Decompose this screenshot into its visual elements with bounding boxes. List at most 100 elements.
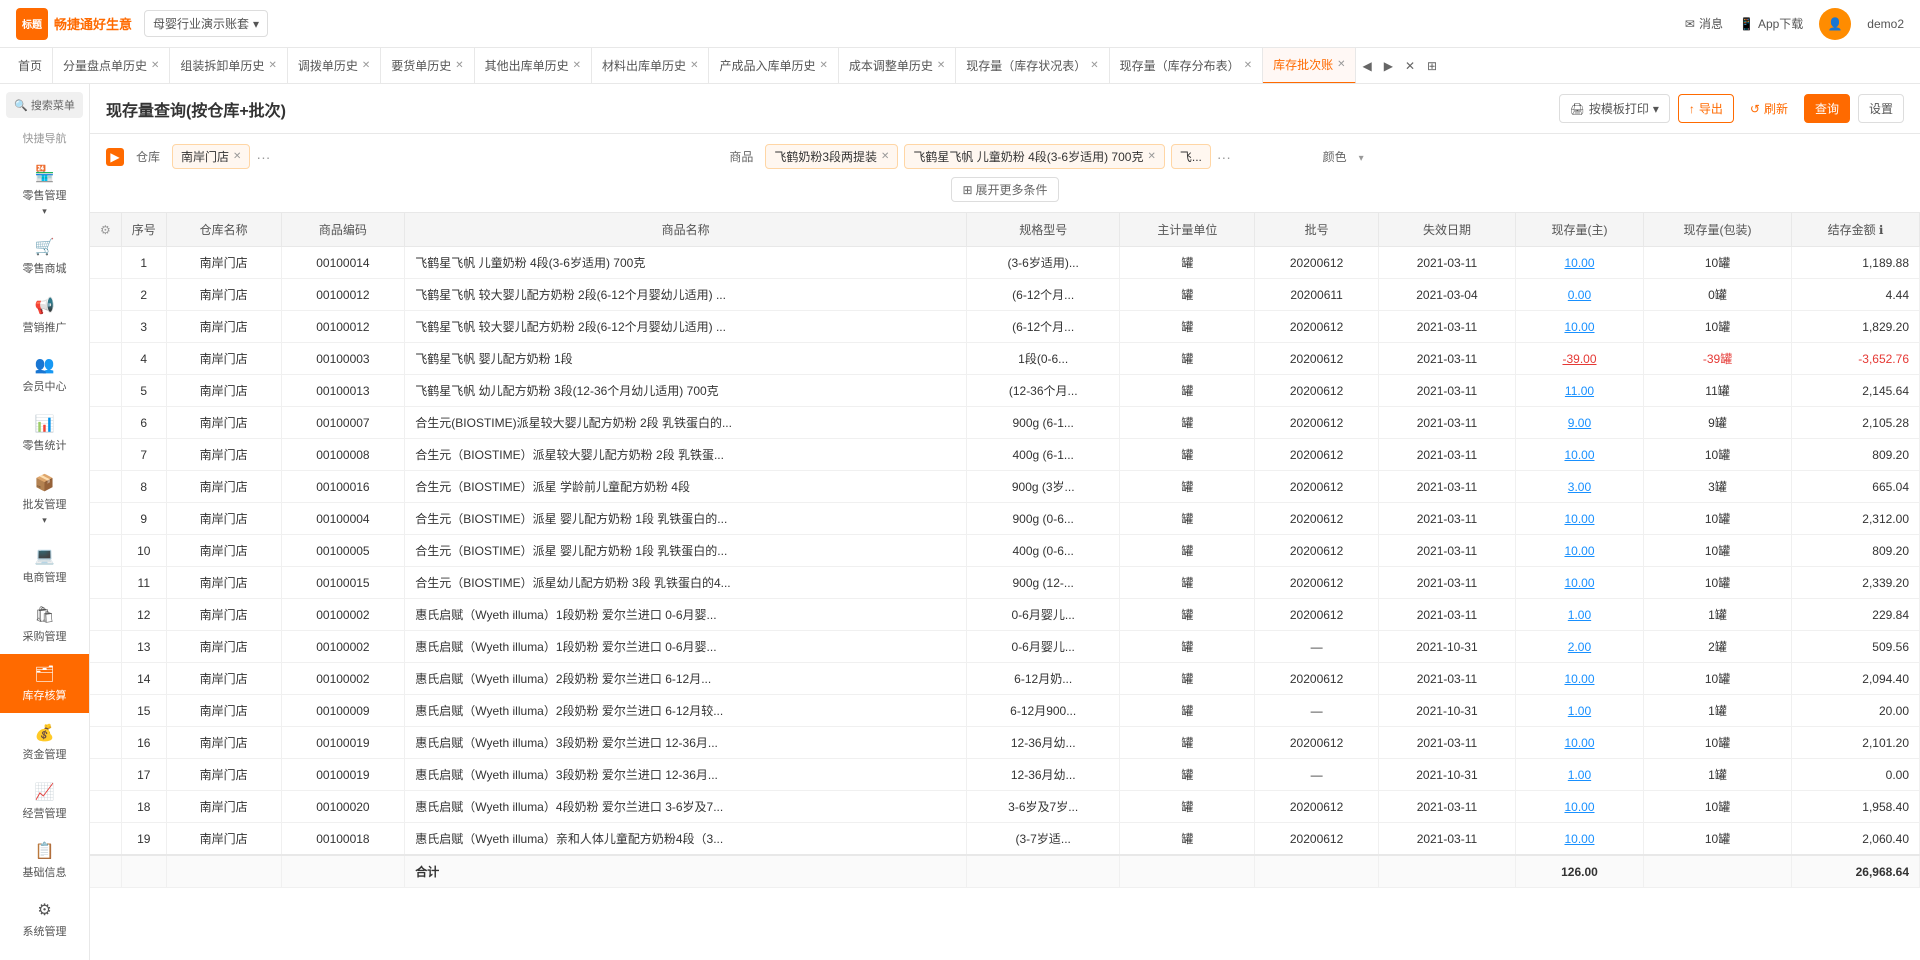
td-balance: 2,145.64 <box>1792 375 1920 407</box>
td-qty-main[interactable]: 1.00 <box>1515 599 1643 631</box>
tab-close-icon[interactable]: ✕ <box>362 60 370 71</box>
tab-chengbenhistory[interactable]: 成本调整单历史 ✕ <box>839 48 956 84</box>
tab-close-icon[interactable]: ✕ <box>1244 60 1252 71</box>
print-btn[interactable]: 🖨 按模板打印 ▾ <box>1559 94 1670 123</box>
td-qty-pack: 2罐 <box>1644 631 1792 663</box>
td-no: 18 <box>121 791 166 823</box>
tab-zuzhuangchaijie[interactable]: 组装拆卸单历史 ✕ <box>170 48 287 84</box>
stats-icon: 📊 <box>35 414 55 434</box>
quick-nav[interactable]: 快捷导航 <box>0 126 89 154</box>
query-btn[interactable]: 查询 <box>1804 94 1850 123</box>
company-select[interactable]: 母婴行业演示账套 ▾ <box>144 10 268 37</box>
tag-text: 飞鹤奶粉3段两提装 <box>774 148 877 165</box>
td-qty-main[interactable]: 9.00 <box>1515 407 1643 439</box>
td-qty-main[interactable]: 3.00 <box>1515 471 1643 503</box>
goods-tag-2[interactable]: 飞鹤星飞帆 儿童奶粉 4段(3-6岁适用) 700克 ✕ <box>904 144 1164 169</box>
td-expire: 2021-03-11 <box>1378 503 1515 535</box>
td-qty-main[interactable]: 2.00 <box>1515 631 1643 663</box>
search-menu-btn[interactable]: 🔍 搜索菜单 <box>6 92 83 118</box>
marketing-icon: 📢 <box>35 296 55 316</box>
td-qty-main[interactable]: 10.00 <box>1515 663 1643 695</box>
td-qty-main[interactable]: 11.00 <box>1515 375 1643 407</box>
tab-prev-btn[interactable]: ◀ <box>1356 59 1377 73</box>
username[interactable]: demo2 <box>1867 17 1904 31</box>
td-qty-main[interactable]: 10.00 <box>1515 727 1643 759</box>
tab-diaobodanlishi[interactable]: 调拨单历史 ✕ <box>288 48 381 84</box>
sidebar-item-member[interactable]: 👥 会员中心 <box>0 345 89 404</box>
goods-tag-1[interactable]: 飞鹤奶粉3段两提装 ✕ <box>765 144 898 169</box>
td-batch: 20200612 <box>1255 311 1379 343</box>
settings-btn[interactable]: 设置 <box>1858 94 1904 123</box>
td-no: 19 <box>121 823 166 856</box>
sidebar-item-retail-mgmt[interactable]: 🏪 零售管理 ▾ <box>0 154 89 227</box>
tab-home[interactable]: 首页 <box>8 48 53 84</box>
sidebar-item-finance[interactable]: 💰 资金管理 <box>0 713 89 772</box>
tag-close-icon[interactable]: ✕ <box>233 151 241 162</box>
sidebar-label: 经营管理 <box>23 805 67 821</box>
tab-kucunpici[interactable]: 库存批次账 ✕ <box>1263 48 1356 84</box>
tab-xiancunliangkucun[interactable]: 现存量（库存状况表） ✕ <box>956 48 1109 84</box>
sidebar-item-inventory[interactable]: 🗂 库存核算 <box>0 654 89 713</box>
expand-icon[interactable]: ▶ <box>106 148 124 166</box>
user-avatar[interactable]: 👤 <box>1819 8 1851 40</box>
td-qty-main[interactable]: 10.00 <box>1515 247 1643 279</box>
sidebar-item-purchase[interactable]: 🛍 采购管理 <box>0 595 89 654</box>
td-qty-main[interactable]: 1.00 <box>1515 759 1643 791</box>
th-expire: 失效日期 <box>1378 213 1515 247</box>
tab-xiancunliangfenbu[interactable]: 现存量（库存分布表） ✕ <box>1110 48 1263 84</box>
th-settings[interactable]: ⚙ <box>90 213 121 247</box>
sidebar-item-wholesale[interactable]: 📦 批发管理 ▾ <box>0 463 89 536</box>
tag-close-icon[interactable]: ✕ <box>1147 151 1155 162</box>
goods-tag-3[interactable]: 飞... <box>1171 144 1211 169</box>
color-expand-icon[interactable]: ▾ <box>1359 153 1364 164</box>
tab-chanchengpin[interactable]: 产成品入库单历史 ✕ <box>709 48 838 84</box>
tab-menu-btn[interactable]: ⊞ <box>1421 59 1443 73</box>
td-qty-main[interactable]: 10.00 <box>1515 311 1643 343</box>
tab-qitachukulishi[interactable]: 其他出库单历史 ✕ <box>475 48 592 84</box>
tab-close-icon[interactable]: ✕ <box>573 60 581 71</box>
sidebar-item-ecommerce[interactable]: 💻 电商管理 <box>0 536 89 595</box>
tab-next-btn[interactable]: ▶ <box>1378 59 1399 73</box>
tab-close-icon[interactable]: ✕ <box>937 60 945 71</box>
tab-close-icon[interactable]: ✕ <box>819 60 827 71</box>
tab-close-icon[interactable]: ✕ <box>690 60 698 71</box>
td-qty-main[interactable]: 10.00 <box>1515 439 1643 471</box>
td-qty-main[interactable]: 10.00 <box>1515 503 1643 535</box>
td-no: 9 <box>121 503 166 535</box>
td-qty-main[interactable]: 10.00 <box>1515 535 1643 567</box>
sidebar-item-system[interactable]: ⚙ 系统管理 <box>0 890 89 949</box>
sidebar-item-collab[interactable]: 🤝 企业协同 <box>0 949 89 960</box>
sidebar-item-operations[interactable]: 📈 经营管理 <box>0 772 89 831</box>
td-qty-main[interactable]: 10.00 <box>1515 823 1643 856</box>
tab-close-icon[interactable]: ✕ <box>151 60 159 71</box>
td-qty-main[interactable]: 1.00 <box>1515 695 1643 727</box>
expand-more-btn[interactable]: ⊞ 展开更多条件 <box>951 177 1058 202</box>
tab-close-icon[interactable]: ✕ <box>1337 59 1345 70</box>
export-btn[interactable]: ↑ 导出 <box>1678 94 1734 123</box>
tab-close-all-btn[interactable]: ✕ <box>1399 59 1421 73</box>
filter-more[interactable]: ··· <box>256 149 270 165</box>
sidebar-item-retail-shop[interactable]: 🛒 零售商城 <box>0 227 89 286</box>
sidebar-item-basic-info[interactable]: 📋 基础信息 <box>0 831 89 890</box>
warehouse-tag-nanganmendian[interactable]: 南岸门店 ✕ <box>172 144 250 169</box>
tab-fenliangpandian[interactable]: 分量盘点单历史 ✕ <box>53 48 170 84</box>
td-qty-main[interactable]: 10.00 <box>1515 567 1643 599</box>
refresh-btn[interactable]: ↺ 刷新 <box>1742 95 1796 122</box>
tag-close-icon[interactable]: ✕ <box>881 151 889 162</box>
td-qty-main[interactable]: 0.00 <box>1515 279 1643 311</box>
goods-more[interactable]: ··· <box>1217 149 1231 165</box>
message-btn[interactable]: ✉ 消息 <box>1685 15 1723 32</box>
tab-close-icon[interactable]: ✕ <box>455 60 463 71</box>
td-qty-main[interactable]: 10.00 <box>1515 791 1643 823</box>
download-btn[interactable]: 📱 App下载 <box>1739 15 1803 32</box>
sidebar-item-retail-stats[interactable]: 📊 零售统计 <box>0 404 89 463</box>
settings-icon[interactable]: ⚙ <box>100 223 111 237</box>
sidebar-item-marketing[interactable]: 📢 营销推广 <box>0 286 89 345</box>
main-layout: 🔍 搜索菜单 快捷导航 🏪 零售管理 ▾ 🛒 零售商城 📢 营销推广 👥 <box>0 84 1920 960</box>
tab-yaohuo[interactable]: 要货单历史 ✕ <box>381 48 474 84</box>
tab-cailiaochukulishi[interactable]: 材料出库单历史 ✕ <box>592 48 709 84</box>
tab-close-icon[interactable]: ✕ <box>1090 60 1098 71</box>
sidebar-label: 零售商城 <box>23 260 67 276</box>
td-qty-main[interactable]: -39.00 <box>1515 343 1643 375</box>
tab-close-icon[interactable]: ✕ <box>268 60 276 71</box>
